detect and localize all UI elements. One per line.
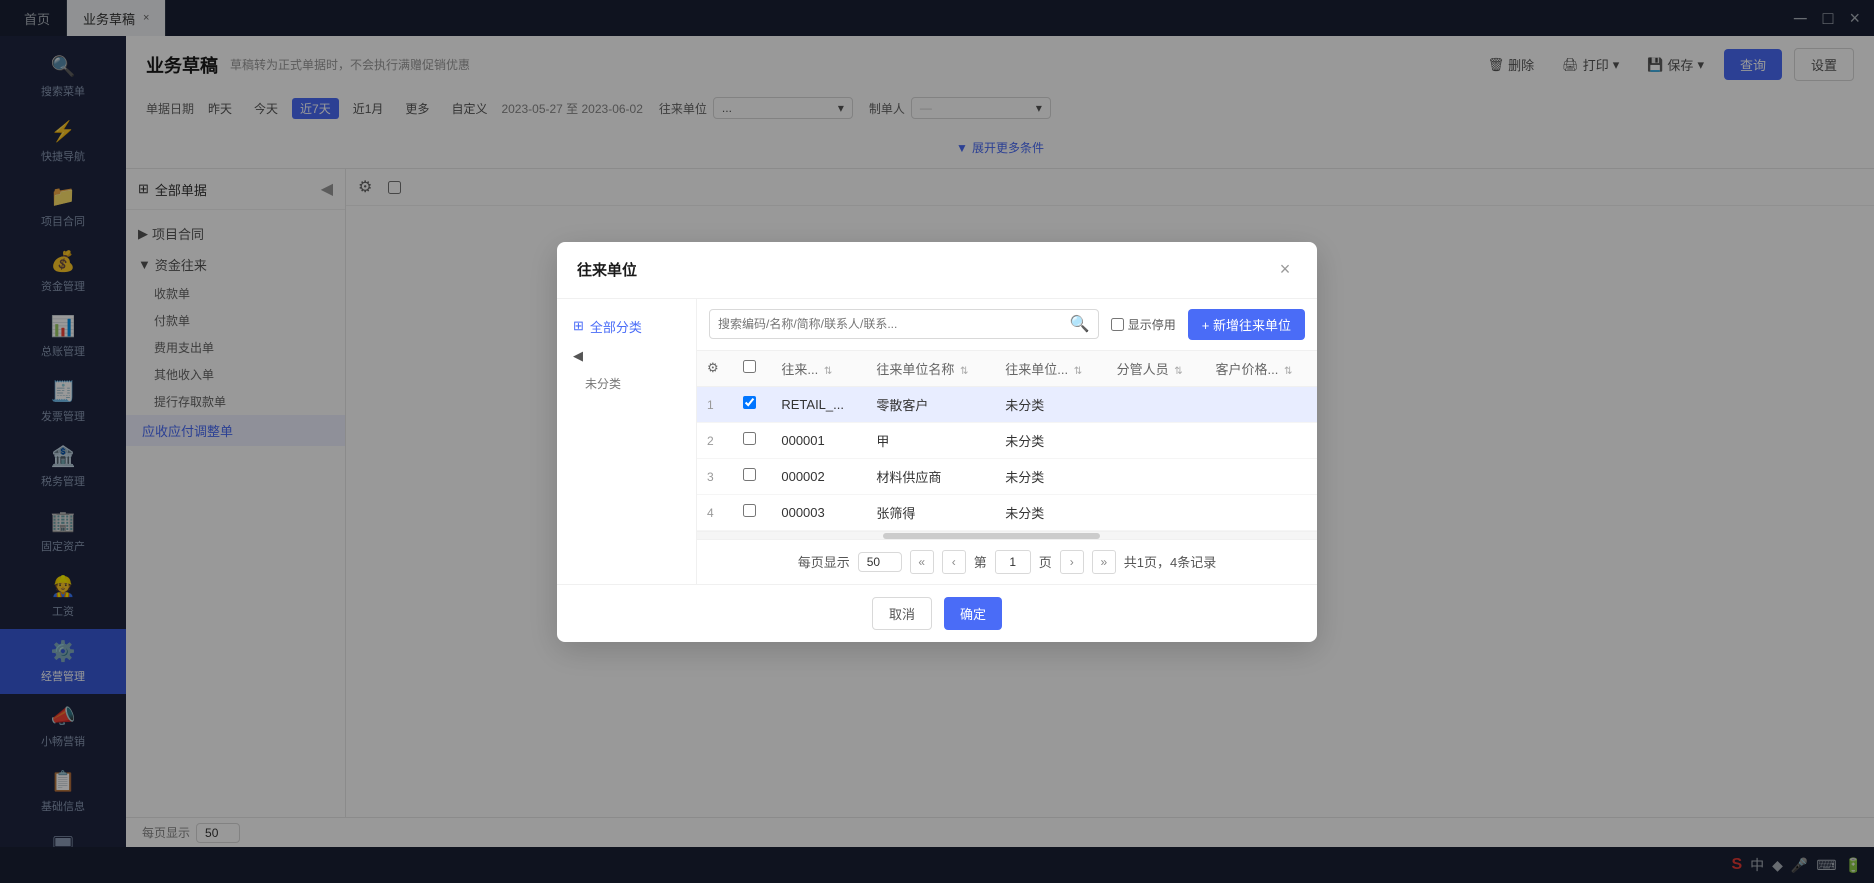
col-settings: ⚙ (697, 351, 733, 387)
row-3-num: 3 (697, 458, 733, 494)
partner-table: ⚙ 往来... ⇅ 往来单位名称 ⇅ (697, 351, 1317, 531)
row-4-select[interactable] (743, 504, 756, 517)
dialog-close-btn[interactable]: × (1273, 258, 1297, 282)
row-1-num: 1 (697, 386, 733, 422)
col-manager: 分管人员 ⇅ (1107, 351, 1206, 387)
row-4-name: 张筛得 (866, 494, 995, 530)
settings-col-icon[interactable]: ⚙ (707, 360, 719, 375)
search-input[interactable] (718, 317, 1064, 331)
row-1-manager (1107, 386, 1206, 422)
table-row[interactable]: 3 000002 材料供应商 未分类 (697, 458, 1317, 494)
show-disabled-label: 显示停用 (1128, 316, 1176, 333)
col-price-label: 客户价格... (1216, 362, 1279, 377)
row-1-name: 零散客户 (866, 386, 995, 422)
row-3-checkbox (733, 458, 771, 494)
sort-code-icon[interactable]: ⇅ (824, 366, 832, 377)
col-checkbox (733, 351, 771, 387)
dialog-header: 往来单位 × (557, 242, 1317, 299)
row-1-price (1206, 386, 1317, 422)
row-4-category: 未分类 (995, 494, 1106, 530)
scrollbar-thumb[interactable] (883, 533, 1100, 539)
col-category-label: 往来单位... (1005, 362, 1068, 377)
col-name-label: 往来单位名称 (876, 362, 954, 377)
sort-name-icon[interactable]: ⇅ (960, 366, 968, 377)
row-1-category: 未分类 (995, 386, 1106, 422)
row-3-category: 未分类 (995, 458, 1106, 494)
row-4-price (1206, 494, 1317, 530)
sort-mgr-icon[interactable]: ⇅ (1174, 366, 1182, 377)
page-label: 第 (974, 552, 987, 571)
table-row[interactable]: 4 000003 张筛得 未分类 (697, 494, 1317, 530)
dialog-body: ⊞ 全部分类 ◀ 未分类 🔍 显示停用 (557, 299, 1317, 584)
dialog-cat-all[interactable]: ⊞ 全部分类 (557, 311, 696, 342)
dialog-title: 往来单位 (577, 259, 637, 280)
dialog-footer: 取消 确定 (557, 584, 1317, 642)
search-wrap: 🔍 (709, 309, 1099, 339)
col-manager-label: 分管人员 (1117, 362, 1169, 377)
row-2-manager (1107, 422, 1206, 458)
row-2-name: 甲 (866, 422, 995, 458)
dialog-cat-all-label: 全部分类 (590, 317, 642, 336)
show-disabled-checkbox[interactable] (1111, 318, 1124, 331)
dialog-pagination: 每页显示 50 « ‹ 第 页 › » 共1页，4条记录 (697, 539, 1317, 584)
row-4-num: 4 (697, 494, 733, 530)
row-4-checkbox (733, 494, 771, 530)
partner-dialog: 往来单位 × ⊞ 全部分类 ◀ 未分类 (557, 242, 1317, 642)
sort-cat-icon[interactable]: ⇅ (1074, 366, 1082, 377)
per-page-select[interactable]: 50 (858, 552, 902, 572)
col-name: 往来单位名称 ⇅ (866, 351, 995, 387)
col-code: 往来... ⇅ (771, 351, 866, 387)
col-price: 客户价格... ⇅ (1206, 351, 1317, 387)
dialog-left-panel: ⊞ 全部分类 ◀ 未分类 (557, 299, 697, 584)
table-row[interactable]: 2 000001 甲 未分类 (697, 422, 1317, 458)
show-disabled-checkbox-wrap: 显示停用 (1111, 316, 1176, 333)
row-2-code: 000001 (771, 422, 866, 458)
collapse-icon: ◀ (573, 348, 583, 364)
table-row[interactable]: 1 RETAIL_... 零散客户 未分类 (697, 386, 1317, 422)
per-page-label: 每页显示 (798, 552, 850, 571)
table-scrollbar[interactable] (697, 531, 1317, 539)
row-3-name: 材料供应商 (866, 458, 995, 494)
row-1-select[interactable] (743, 396, 756, 409)
cancel-btn[interactable]: 取消 (872, 597, 932, 630)
dialog-cat-unclassified[interactable]: 未分类 (557, 370, 696, 397)
row-2-category: 未分类 (995, 422, 1106, 458)
page-last-btn[interactable]: » (1092, 550, 1116, 574)
page-total-text: 共1页，4条记录 (1124, 552, 1216, 571)
add-partner-btn[interactable]: + 新增往来单位 (1188, 309, 1305, 340)
table-select-all[interactable] (743, 360, 756, 373)
row-4-manager (1107, 494, 1206, 530)
row-2-checkbox (733, 422, 771, 458)
dialog-right-panel: 🔍 显示停用 + 新增往来单位 ⚙ (697, 299, 1317, 584)
row-1-checkbox (733, 386, 771, 422)
row-3-price (1206, 458, 1317, 494)
search-icon: 🔍 (1070, 314, 1090, 334)
page-next-btn[interactable]: › (1060, 550, 1084, 574)
row-2-num: 2 (697, 422, 733, 458)
col-code-label: 往来... (781, 362, 818, 377)
row-3-select[interactable] (743, 468, 756, 481)
dialog-overlay: 往来单位 × ⊞ 全部分类 ◀ 未分类 (0, 0, 1874, 883)
row-1-code: RETAIL_... (771, 386, 866, 422)
grid-cat-icon: ⊞ (573, 318, 584, 334)
row-2-price (1206, 422, 1317, 458)
dialog-cat-toggle[interactable]: ◀ (557, 342, 696, 370)
row-3-manager (1107, 458, 1206, 494)
sort-price-icon[interactable]: ⇅ (1284, 366, 1292, 377)
confirm-btn[interactable]: 确定 (944, 597, 1002, 630)
row-4-code: 000003 (771, 494, 866, 530)
page-unit-label: 页 (1039, 552, 1052, 571)
row-3-code: 000002 (771, 458, 866, 494)
page-prev-btn[interactable]: ‹ (942, 550, 966, 574)
row-2-select[interactable] (743, 432, 756, 445)
col-category: 往来单位... ⇅ (995, 351, 1106, 387)
page-num-input[interactable] (995, 550, 1031, 574)
dialog-search-bar: 🔍 显示停用 + 新增往来单位 (697, 299, 1317, 351)
page-first-btn[interactable]: « (910, 550, 934, 574)
